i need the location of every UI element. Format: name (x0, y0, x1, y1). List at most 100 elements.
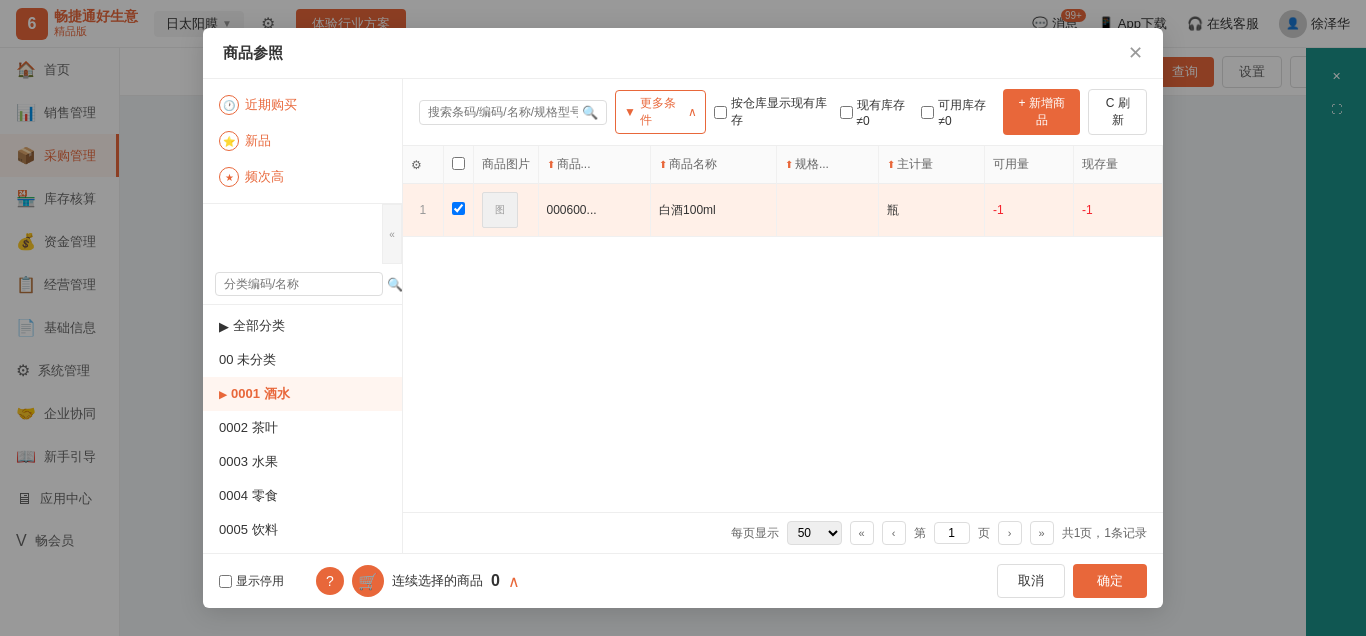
cell-name: 白酒100ml (651, 184, 777, 237)
product-search-icon[interactable]: 🔍 (582, 105, 598, 120)
close-icon[interactable]: ✕ (1128, 42, 1143, 64)
page-label: 第 (914, 525, 926, 542)
next-page-btn[interactable]: › (998, 521, 1022, 545)
total-info: 共1页，1条记录 (1062, 525, 1147, 542)
page-size-label: 每页显示 (731, 525, 779, 542)
th-name: ⬆ 商品名称 (651, 146, 777, 184)
product-search-input[interactable] (428, 105, 578, 119)
warehouse-checkbox-label[interactable]: 按仓库显示现有库存 (714, 95, 832, 129)
th-settings[interactable]: ⚙ (403, 146, 443, 184)
row-checkbox[interactable] (452, 202, 465, 215)
cart-text: 连续选择的商品 (392, 572, 483, 590)
th-code: ⬆ 商品... (538, 146, 651, 184)
page-size-select[interactable]: 20 50 100 (787, 521, 842, 545)
modal-overlay: 商品参照 ✕ 🕐 近期购买 ⭐ 新品 ★ 频次高 (0, 0, 1366, 636)
confirm-button[interactable]: 确定 (1073, 564, 1147, 598)
cell-code: 000600... (538, 184, 651, 237)
th-name-sort[interactable]: ⬆ 商品名称 (659, 156, 768, 173)
collapse-panel-btn[interactable]: « (382, 204, 402, 264)
product-toolbar: 🔍 ▼ 更多条件 ∧ 按仓库显示现有库存 现有库存≠0 (403, 79, 1163, 146)
product-image: 图 (482, 192, 518, 228)
category-0002[interactable]: 0002 茶叶 (203, 411, 402, 445)
collapse-cart-icon[interactable]: ∧ (508, 572, 520, 591)
category-0003[interactable]: 0003 水果 (203, 445, 402, 479)
frequent-icon: ★ (219, 167, 239, 187)
table-row[interactable]: 1 图 000600... 白酒100ml 瓶 (403, 184, 1163, 237)
show-disabled-label[interactable]: 显示停用 (219, 573, 284, 590)
cancel-button[interactable]: 取消 (997, 564, 1065, 598)
shortcut-frequent[interactable]: ★ 频次高 (203, 159, 402, 195)
select-all-checkbox[interactable] (452, 157, 465, 170)
th-usable: 可用量 (985, 146, 1074, 184)
add-product-btn[interactable]: + 新增商品 (1003, 89, 1080, 135)
th-stock: 现存量 (1074, 146, 1163, 184)
page-input[interactable] (934, 522, 970, 544)
th-img-sort[interactable]: 商品图片 (482, 156, 530, 173)
filter-icon: ▼ (624, 105, 636, 119)
th-spec: ⬆ 规格... (776, 146, 878, 184)
category-search-area: 🔍 (203, 264, 402, 305)
usable-checkbox[interactable] (921, 106, 934, 119)
cart-count: 0 (491, 572, 500, 590)
shortcut-new[interactable]: ⭐ 新品 (203, 123, 402, 159)
first-page-btn[interactable]: « (850, 521, 874, 545)
th-checkbox (443, 146, 473, 184)
product-search-bar: 🔍 (419, 100, 607, 125)
help-icon[interactable]: ? (316, 567, 344, 595)
cell-img: 图 (473, 184, 538, 237)
cart-icon[interactable]: 🛒 (352, 565, 384, 597)
modal-refresh-btn[interactable]: C 刷新 (1088, 89, 1147, 135)
cell-check[interactable] (443, 184, 473, 237)
th-spec-sort[interactable]: ⬆ 规格... (785, 156, 870, 173)
category-list: ▶ 全部分类 00 未分类 ▶ 0001 酒水 0002 茶叶 0003 水果 (203, 305, 402, 553)
recent-icon: 🕐 (219, 95, 239, 115)
category-0001[interactable]: ▶ 0001 酒水 (203, 377, 402, 411)
modal-left-panel: 🕐 近期购买 ⭐ 新品 ★ 频次高 « (203, 79, 403, 553)
last-page-btn[interactable]: » (1030, 521, 1054, 545)
modal-body: 🕐 近期购买 ⭐ 新品 ★ 频次高 « (203, 79, 1163, 553)
usable-checkbox-label[interactable]: 可用库存≠0 (921, 97, 995, 128)
product-table: ⚙ 商品图片 ⬆ 商品... (403, 146, 1163, 237)
shortcuts-section: 🕐 近期购买 ⭐ 新品 ★ 频次高 (203, 79, 402, 204)
modal-bottom-bar: 显示停用 ? 🛒 连续选择的商品 0 ∧ 取消 确定 (203, 553, 1163, 608)
th-img: 商品图片 (473, 146, 538, 184)
category-search-input[interactable] (215, 272, 383, 296)
collapse-area: « (203, 204, 402, 264)
category-arrow-all: ▶ (219, 319, 229, 334)
toolbar-actions: + 新增商品 C 刷新 (1003, 89, 1147, 135)
category-all[interactable]: ▶ 全部分类 (203, 309, 402, 343)
show-disabled-checkbox[interactable] (219, 575, 232, 588)
th-unit: ⬆ 主计量 (879, 146, 985, 184)
modal-header: 商品参照 ✕ (203, 28, 1163, 79)
cell-unit: 瓶 (879, 184, 985, 237)
cell-num: 1 (403, 184, 443, 237)
page-unit: 页 (978, 525, 990, 542)
prev-page-btn[interactable]: ‹ (882, 521, 906, 545)
sort-icon-spec: ⬆ (785, 159, 793, 170)
modal-title: 商品参照 (223, 44, 283, 63)
sort-icon: ⬆ (547, 159, 555, 170)
category-arrow-0001: ▶ (219, 389, 227, 400)
more-filter-btn[interactable]: ▼ 更多条件 ∧ (615, 90, 706, 134)
cell-usable: -1 (985, 184, 1074, 237)
category-0005[interactable]: 0005 饮料 (203, 513, 402, 547)
stock-checkbox[interactable] (840, 106, 853, 119)
category-00[interactable]: 00 未分类 (203, 343, 402, 377)
stock-checkbox-label[interactable]: 现有库存≠0 (840, 97, 914, 128)
th-usable-sort[interactable]: 可用量 (993, 156, 1065, 173)
table-header-row: ⚙ 商品图片 ⬆ 商品... (403, 146, 1163, 184)
modal-bottom-actions: 取消 确定 (997, 564, 1147, 598)
pagination-footer: 每页显示 20 50 100 « ‹ 第 页 › » 共1页，1条记录 (403, 512, 1163, 553)
product-table-container: ⚙ 商品图片 ⬆ 商品... (403, 146, 1163, 512)
modal-product-reference: 商品参照 ✕ 🕐 近期购买 ⭐ 新品 ★ 频次高 (203, 28, 1163, 608)
th-unit-sort[interactable]: ⬆ 主计量 (887, 156, 976, 173)
sort-icon-unit: ⬆ (887, 159, 895, 170)
warehouse-checkbox[interactable] (714, 106, 727, 119)
modal-right-panel: 🔍 ▼ 更多条件 ∧ 按仓库显示现有库存 现有库存≠0 (403, 79, 1163, 553)
filter-arrow-icon: ∧ (688, 105, 697, 119)
shortcut-recent[interactable]: 🕐 近期购买 (203, 87, 402, 123)
th-code-sort[interactable]: ⬆ 商品... (547, 156, 643, 173)
category-search-icon[interactable]: 🔍 (387, 277, 403, 292)
category-0004[interactable]: 0004 零食 (203, 479, 402, 513)
cell-stock: -1 (1074, 184, 1163, 237)
